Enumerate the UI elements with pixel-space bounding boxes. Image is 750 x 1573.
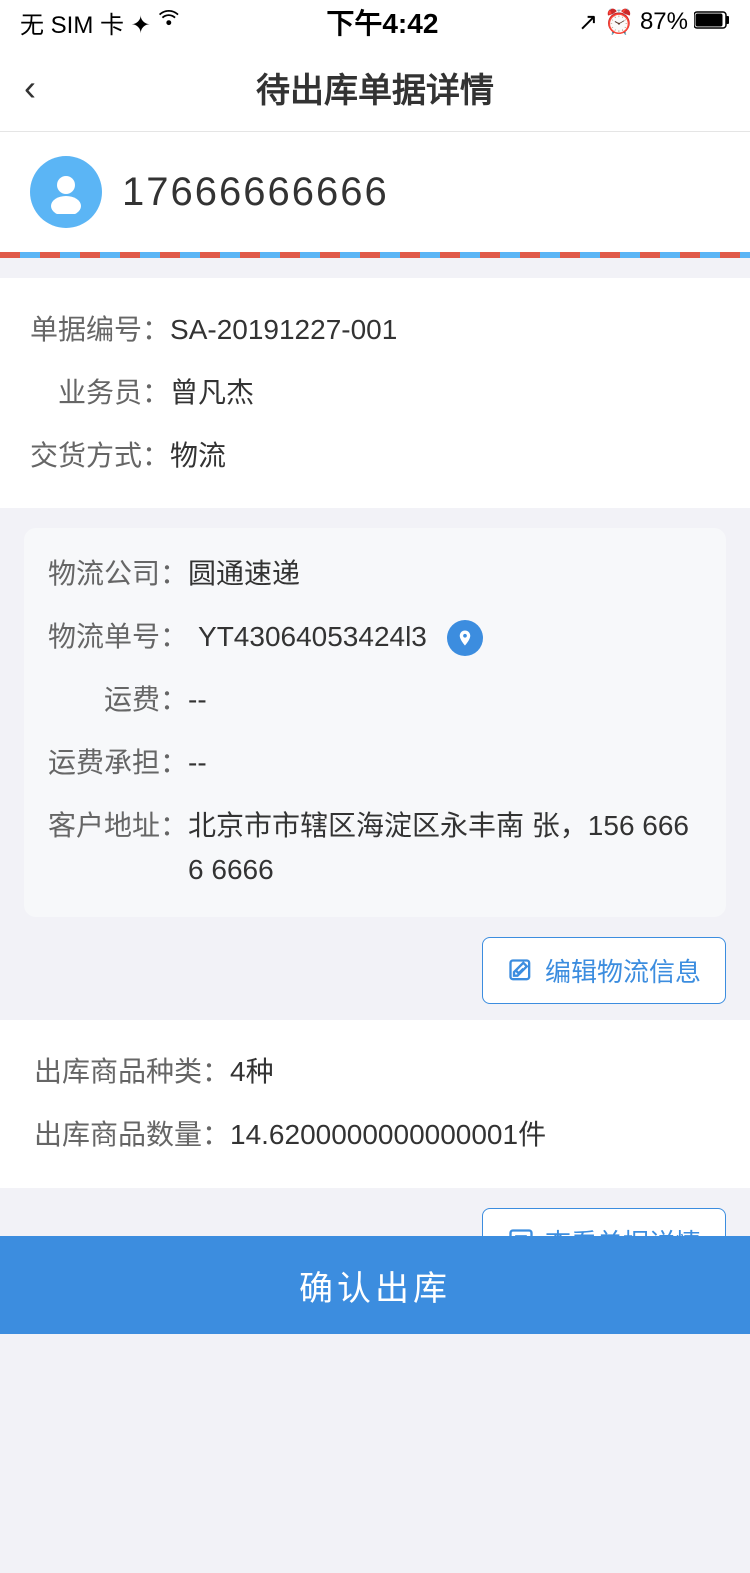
status-right: ↗ ⏰ 87% (578, 8, 730, 37)
edit-logistics-row: 编辑物流信息 (24, 937, 726, 1004)
logistics-company-row: 物流公司： 圆通速递 (48, 552, 702, 597)
freight-bearer-value: -- (188, 741, 702, 786)
goods-type-value: 4种 (230, 1050, 720, 1095)
goods-summary-section: 出库商品种类： 4种 出库商品数量： 14.6200000000000001件 (0, 1020, 750, 1188)
goods-quantity-row: 出库商品数量： 14.6200000000000001件 (30, 1113, 720, 1158)
bottom-area: 确认出库 (0, 1236, 750, 1334)
page-title: 待出库单据详情 (256, 63, 494, 112)
dashed-divider (0, 252, 750, 258)
order-no-value: SA-20191227-001 (170, 308, 720, 353)
section-separator-1 (0, 1004, 750, 1020)
goods-type-row: 出库商品种类： 4种 (30, 1050, 720, 1095)
freight-row: 运费： -- (48, 678, 702, 723)
freight-bearer-label: 运费承担： (48, 741, 188, 786)
delivery-method-label: 交货方式： (30, 434, 170, 479)
order-info-section: 单据编号： SA-20191227-001 业务员： 曾凡杰 交货方式： 物流 (0, 278, 750, 508)
freight-bearer-row: 运费承担： -- (48, 741, 702, 786)
tracking-no-value: YT43064053424l3 (198, 615, 427, 660)
salesman-row: 业务员： 曾凡杰 (30, 371, 720, 416)
tracking-no-row: 物流单号： YT43064053424l3 (48, 615, 702, 660)
address-label: 客户地址： (48, 804, 188, 849)
order-no-label: 单据编号： (30, 308, 170, 353)
status-left: 无 SIM 卡 ✦ (20, 5, 187, 40)
address-row: 客户地址： 北京市市辖区海淀区永丰南 张，156 6666 6666 (48, 804, 702, 894)
customer-header: 17666666666 (0, 132, 750, 252)
wifi-icon (159, 8, 187, 36)
back-button[interactable]: ‹ (24, 67, 36, 109)
freight-label: 运费： (48, 678, 188, 723)
battery-level: 87% (640, 8, 688, 36)
edit-logistics-label: 编辑物流信息 (545, 952, 701, 989)
delivery-method-value: 物流 (170, 434, 720, 479)
tracking-no-label: 物流单号： (48, 615, 188, 660)
status-bar: 无 SIM 卡 ✦ 下午4:42 ↗ ⏰ 87% (0, 0, 750, 44)
logistics-company-label: 物流公司： (48, 552, 188, 597)
alarm-icon: ⏰ (604, 8, 634, 37)
confirm-button[interactable]: 确认出库 (0, 1236, 750, 1334)
freight-value: -- (188, 678, 702, 723)
address-value: 北京市市辖区海淀区永丰南 张，156 6666 6666 (188, 804, 702, 894)
logistics-card: 物流公司： 圆通速递 物流单号： YT43064053424l3 运费： -- … (24, 528, 726, 917)
delivery-method-row: 交货方式： 物流 (30, 434, 720, 479)
logistics-company-value: 圆通速递 (188, 552, 702, 597)
goods-type-label: 出库商品种类： (30, 1050, 230, 1095)
battery-icon (694, 8, 730, 36)
goods-quantity-value: 14.6200000000000001件 (230, 1113, 720, 1158)
avatar (30, 156, 102, 228)
location-status-icon: ↗ (578, 8, 598, 37)
page-wrapper: 无 SIM 卡 ✦ 下午4:42 ↗ ⏰ 87% ‹ 待出库单据详情 (0, 0, 750, 1573)
customer-phone: 17666666666 (122, 170, 389, 215)
salesman-label: 业务员： (30, 371, 170, 416)
salesman-value: 曾凡杰 (170, 371, 720, 416)
goods-quantity-label: 出库商品数量： (30, 1113, 230, 1158)
sim-status: 无 SIM 卡 ✦ (20, 5, 151, 40)
nav-bar: ‹ 待出库单据详情 (0, 44, 750, 132)
status-time: 下午4:42 (326, 2, 438, 42)
edit-logistics-button[interactable]: 编辑物流信息 (482, 937, 726, 1004)
track-location-icon[interactable] (447, 620, 483, 656)
order-no-row: 单据编号： SA-20191227-001 (30, 308, 720, 353)
